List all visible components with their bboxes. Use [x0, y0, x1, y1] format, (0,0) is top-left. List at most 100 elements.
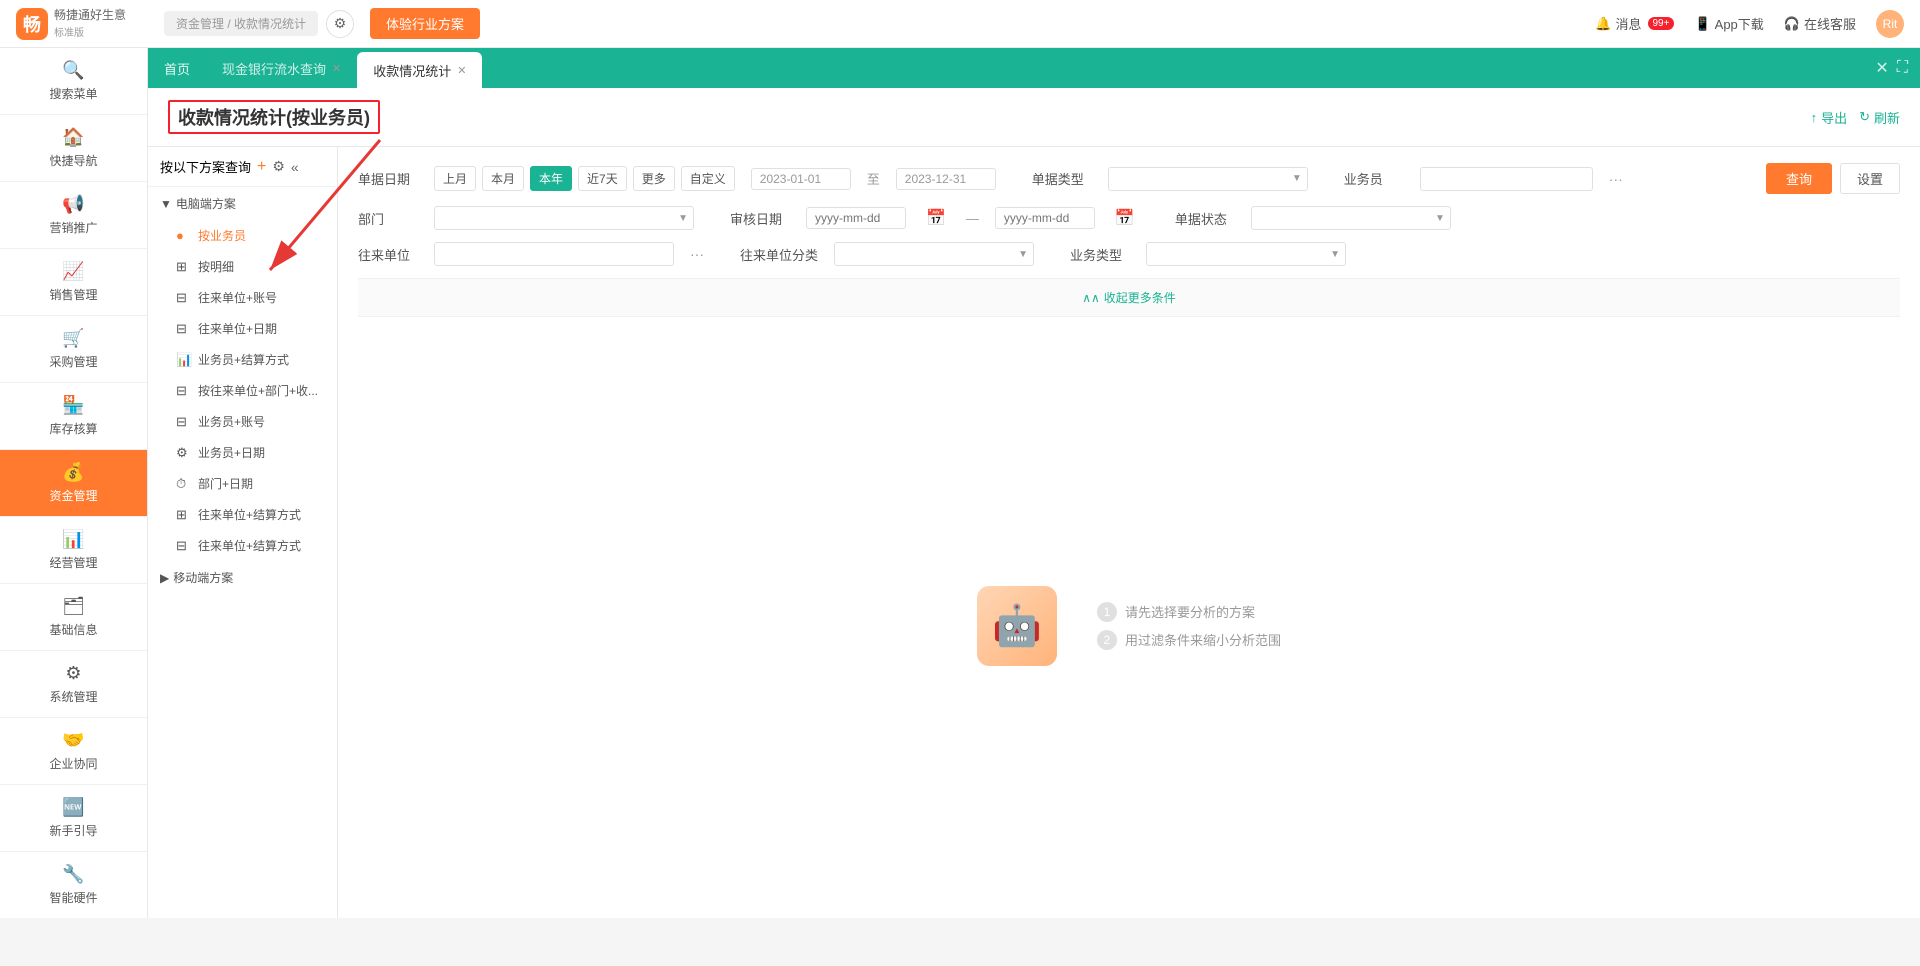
sidebar-item-finance[interactable]: 💰 资金管理	[0, 450, 147, 517]
page-actions: ↑ 导出 ↻ 刷新	[1811, 108, 1900, 127]
set-button[interactable]: 设置	[1840, 163, 1900, 194]
scheme-panel: 按以下方案查询 + ⚙ « ▼ 电脑端方案 ● 按业务员 ⊞ 按明细	[148, 147, 338, 918]
tab-receipt[interactable]: 收款情况统计 ✕	[357, 52, 482, 88]
scheme-item-icon-2: ⊟	[176, 290, 192, 306]
scheme-item-7[interactable]: ⚙ 业务员+日期	[148, 437, 337, 468]
sidebar-item-system[interactable]: ⚙ 系统管理	[0, 651, 147, 718]
scheme-item-label-8: 部门+日期	[198, 475, 253, 492]
close-window-icon[interactable]: ✕	[1875, 58, 1888, 78]
scheme-item-label-5: 按往来单位+部门+收...	[198, 382, 318, 399]
sidebar-item-enterprise[interactable]: 🤝 企业协同	[0, 718, 147, 785]
messages-btn[interactable]: 🔔 消息 99+	[1595, 14, 1674, 33]
review-to-input[interactable]	[995, 207, 1095, 229]
salesman-input[interactable]	[1420, 167, 1593, 191]
sidebar-item-marketing[interactable]: 📢 营销推广	[0, 182, 147, 249]
sidebar-item-search[interactable]: 🔍 搜索菜单	[0, 48, 147, 115]
scheme-item-label-3: 往来单位+日期	[198, 320, 277, 337]
salesman-dots[interactable]: ···	[1609, 171, 1623, 187]
scheme-item-9[interactable]: ⊞ 往来单位+结算方式	[148, 499, 337, 530]
sidebar-quicknav-label: 快捷导航	[49, 152, 97, 169]
scheme-item-4[interactable]: 📊 业务员+结算方式	[148, 344, 337, 375]
filter-row-2: 部门 ▼ 审核日期 📅 — 📅 单据状态	[358, 206, 1900, 230]
scheme-item-1[interactable]: ⊞ 按明细	[148, 251, 337, 282]
online-service-btn[interactable]: 🎧 在线客服	[1784, 14, 1856, 33]
export-btn[interactable]: ↑ 导出	[1811, 108, 1848, 127]
scheme-item-icon-0: ●	[176, 228, 192, 243]
date-btn-this-month[interactable]: 本月	[482, 166, 524, 191]
scheme-item-icon-10: ⊟	[176, 538, 192, 554]
app-download-btn[interactable]: 📱 App下载	[1694, 14, 1763, 33]
sidebar-item-hardware[interactable]: 🔧 智能硬件	[0, 852, 147, 918]
dept-select-wrap: ▼	[434, 206, 694, 230]
partner-cat-label: 往来单位分类	[740, 245, 818, 264]
date-from-input[interactable]	[751, 168, 851, 190]
date-btn-7days[interactable]: 近7天	[578, 166, 627, 191]
sidebar-item-basic[interactable]: 🗂 基础信息	[0, 584, 147, 651]
scheme-collapse-icon[interactable]: «	[291, 159, 299, 175]
status-select[interactable]	[1251, 206, 1451, 230]
date-to-input[interactable]	[896, 168, 996, 190]
sidebar-purchase-label: 采购管理	[49, 353, 97, 370]
scheme-item-8[interactable]: ⏱ 部门+日期	[148, 468, 337, 499]
scheme-item-label-9: 往来单位+结算方式	[198, 506, 301, 523]
scheme-gear-icon[interactable]: ⚙	[272, 158, 285, 175]
trial-button[interactable]: 体验行业方案	[370, 8, 480, 39]
scheme-item-10[interactable]: ⊟ 往来单位+结算方式	[148, 530, 337, 561]
sidebar-item-purchase[interactable]: 🛒 采购管理	[0, 316, 147, 383]
collapse-bar[interactable]: ∧∧ 收起更多条件	[358, 278, 1900, 317]
hardware-icon: 🔧	[62, 864, 84, 885]
sidebar-hardware-label: 智能硬件	[49, 889, 97, 906]
scheme-item-icon-9: ⊞	[176, 507, 192, 523]
type-select-wrap: ▼	[1108, 167, 1308, 191]
date-btn-last-month[interactable]: 上月	[434, 166, 476, 191]
avatar[interactable]: Rit	[1876, 10, 1904, 38]
scheme-add-icon[interactable]: +	[257, 158, 266, 176]
biz-type-select[interactable]	[1146, 242, 1346, 266]
content-area: 首页 现金银行流水查询 ✕ 收款情况统计 ✕ ✕ ⛶ 收款情况统计(按业务员) …	[148, 48, 1920, 918]
sidebar-item-guide[interactable]: 🆕 新手引导	[0, 785, 147, 852]
bell-icon: 🔔	[1595, 16, 1611, 32]
dept-select[interactable]	[434, 206, 694, 230]
sidebar-item-operations[interactable]: 📊 经营管理	[0, 517, 147, 584]
settings-icon[interactable]: ⚙	[326, 10, 354, 38]
scheme-item-3[interactable]: ⊟ 往来单位+日期	[148, 313, 337, 344]
query-button[interactable]: 查询	[1766, 163, 1832, 194]
date-btn-custom[interactable]: 自定义	[681, 166, 735, 191]
system-icon: ⚙	[65, 663, 81, 684]
scheme-item-0[interactable]: ● 按业务员	[148, 220, 337, 251]
partner-dots[interactable]: ···	[690, 246, 704, 262]
sidebar-item-sales[interactable]: 📈 销售管理	[0, 249, 147, 316]
tab-bar-right: ✕ ⛶	[1875, 58, 1920, 78]
scheme-section-mobile[interactable]: ▶ 移动端方案	[148, 561, 337, 594]
date-quick-group: 上月 本月 本年 近7天 更多 自定义	[434, 166, 735, 191]
tab-bank-close[interactable]: ✕	[332, 62, 341, 75]
result-area: 🤖 1 请先选择要分析的方案 2 用过滤条件来缩小分析范围	[338, 333, 1920, 918]
tab-home[interactable]: 首页	[148, 48, 206, 88]
refresh-btn[interactable]: ↻ 刷新	[1859, 108, 1900, 127]
sidebar-item-quicknav[interactable]: 🏠 快捷导航	[0, 115, 147, 182]
review-from-input[interactable]	[806, 207, 906, 229]
filter-row-3: 往来单位 ··· 往来单位分类 ▼ 业务类型	[358, 242, 1900, 266]
tab-bank[interactable]: 现金银行流水查询 ✕	[206, 48, 357, 88]
sidebar-item-inventory[interactable]: 🏪 库存核算	[0, 383, 147, 450]
maximize-icon[interactable]: ⛶	[1897, 59, 1908, 77]
partner-cat-select[interactable]	[834, 242, 1034, 266]
scheme-item-6[interactable]: ⊟ 业务员+账号	[148, 406, 337, 437]
scheme-item-2[interactable]: ⊟ 往来单位+账号	[148, 282, 337, 313]
chevron-down-icon: ▼	[160, 197, 172, 211]
headset-icon: 🎧	[1784, 16, 1800, 32]
type-select[interactable]	[1108, 167, 1308, 191]
date-btn-more[interactable]: 更多	[633, 166, 675, 191]
tab-receipt-close[interactable]: ✕	[457, 64, 466, 77]
collapse-icon: ∧∧	[1082, 291, 1100, 305]
scheme-section-desktop[interactable]: ▼ 电脑端方案	[148, 187, 337, 220]
scheme-item-5[interactable]: ⊟ 按往来单位+部门+收...	[148, 375, 337, 406]
partner-input[interactable]	[434, 242, 674, 266]
hint-num-0: 1	[1097, 602, 1117, 622]
search-icon: 🔍	[62, 60, 84, 81]
filter-area: 单据日期 上月 本月 本年 近7天 更多 自定义 至 单据类型	[338, 147, 1920, 333]
scheme-item-label-6: 业务员+账号	[198, 413, 265, 430]
partner-cat-select-wrap: ▼	[834, 242, 1034, 266]
breadcrumb: 资金管理 / 收款情况统计	[164, 11, 318, 36]
date-btn-this-year[interactable]: 本年	[530, 166, 572, 191]
